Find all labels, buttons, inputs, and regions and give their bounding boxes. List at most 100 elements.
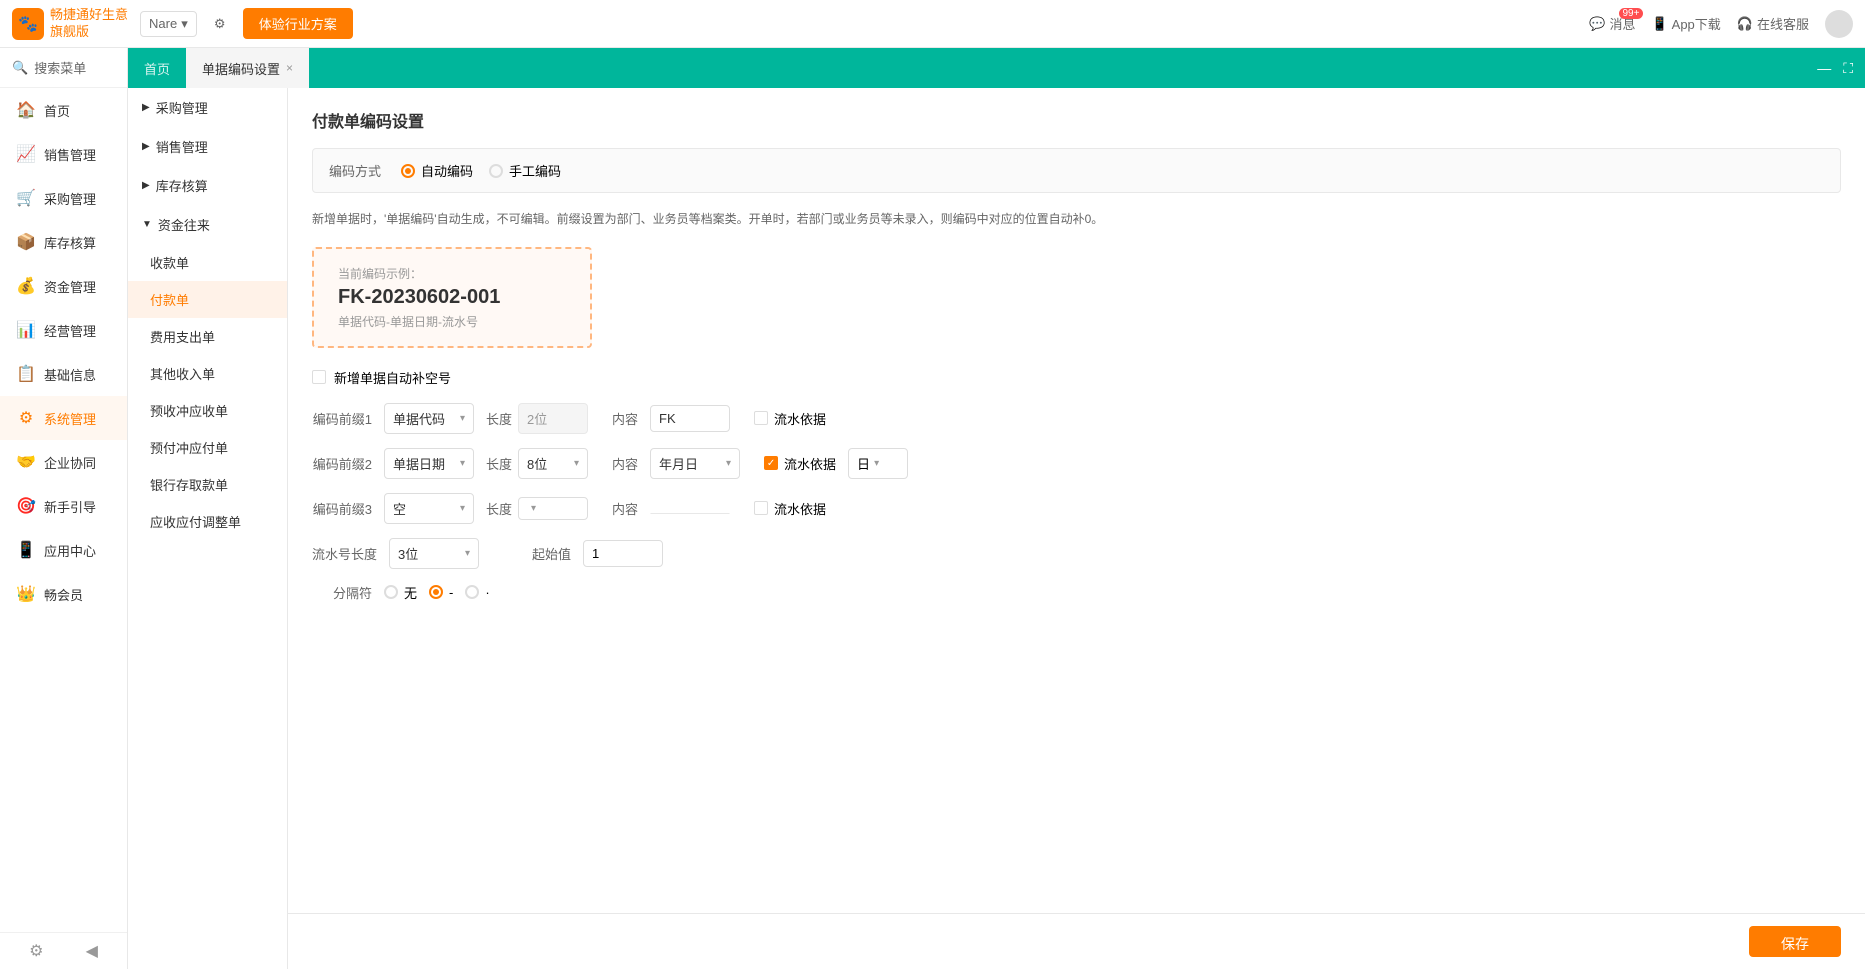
serial-row: 流水号长度 3位 ▾ 起始值	[312, 538, 1841, 569]
company-name: Nare	[149, 16, 177, 31]
sep-other-char: ·	[485, 585, 489, 600]
sidebar-item-apps[interactable]: 📱 应用中心	[0, 528, 127, 572]
length2-group: 长度 8位 ▾	[486, 448, 588, 479]
arrow-capital: ▼	[142, 219, 152, 230]
nav-item-payment[interactable]: 付款单	[128, 281, 287, 318]
bottom-bar: 保存	[288, 913, 1865, 969]
sidebar-item-system[interactable]: ⚙ 系统管理	[0, 396, 127, 440]
nav-header-sales[interactable]: ▶ 销售管理	[128, 127, 287, 166]
sep-dot-char: -	[449, 585, 453, 600]
sep-other-radio[interactable]: ·	[465, 585, 489, 600]
prefix3-select[interactable]: 空 ▾	[384, 493, 474, 524]
tab-maximize-btn[interactable]: ⛶	[1839, 56, 1857, 81]
nav-header-purchase[interactable]: ▶ 采购管理	[128, 88, 287, 127]
prefix2-select[interactable]: 单据日期 ▾	[384, 448, 474, 479]
sidebar-item-finance[interactable]: 💰 资金管理	[0, 264, 127, 308]
prefix2-label: 编码前缀2	[312, 454, 372, 473]
nav-item-label: 其他收入单	[150, 367, 215, 382]
nav-item-label: 应收应付调整单	[150, 515, 241, 530]
sidebar-search[interactable]: 🔍 搜索菜单	[0, 48, 127, 88]
start-value-input[interactable]	[583, 540, 663, 567]
serial-length-value: 3位	[398, 544, 418, 563]
tab-home[interactable]: 首页	[128, 48, 186, 88]
nav-item-expense[interactable]: 费用支出单	[128, 318, 287, 355]
chevron-down-icon: ▾	[574, 458, 579, 469]
start-value-label: 起始值	[511, 544, 571, 563]
user-avatar[interactable]	[1825, 10, 1853, 38]
settings-icon-btn[interactable]: ⚙	[205, 9, 235, 39]
online-service-label: 在线客服	[1757, 14, 1809, 33]
length3-select[interactable]: ▾	[518, 497, 588, 520]
nav-header-inventory[interactable]: ▶ 库存核算	[128, 166, 287, 205]
page-title: 付款单编码设置	[312, 108, 1841, 132]
nav-group-sales: ▶ 销售管理	[128, 127, 287, 166]
sidebar-settings-btn[interactable]: ⚙	[29, 941, 43, 961]
serial-length-select[interactable]: 3位 ▾	[389, 538, 479, 569]
sidebar-item-inventory[interactable]: 📦 库存核算	[0, 220, 127, 264]
chevron-down-icon: ▾	[465, 548, 470, 559]
sep-none-label: 无	[404, 583, 417, 602]
sidebar-item-home[interactable]: 🏠 首页	[0, 88, 127, 132]
info-text: 新增单据时，'单据编码'自动生成，不可编辑。前缀设置为部门、业务员等档案类。开单…	[312, 209, 1841, 231]
content3-value	[650, 502, 730, 514]
length2-select[interactable]: 8位 ▾	[518, 448, 588, 479]
nav-item-other-income[interactable]: 其他收入单	[128, 355, 287, 392]
arrow-inventory: ▶	[142, 180, 150, 191]
auto-fill-checkbox[interactable]	[312, 370, 326, 384]
manual-code-radio[interactable]: 手工编码	[489, 161, 561, 180]
sep-dot-radio[interactable]: -	[429, 585, 453, 600]
purchase-icon: 🛒	[16, 188, 36, 208]
company-select[interactable]: Nare ▾	[140, 11, 197, 37]
experience-btn[interactable]: 体验行业方案	[243, 8, 353, 39]
length3-label: 长度	[486, 499, 512, 518]
sidebar-item-base[interactable]: 📋 基础信息	[0, 352, 127, 396]
chevron-down-icon: ▾	[460, 458, 465, 469]
nav-item-label: 预收冲应收单	[150, 404, 228, 419]
nav-item-prepay-receive[interactable]: 预收冲应收单	[128, 392, 287, 429]
sidebar-item-operations[interactable]: 📊 经营管理	[0, 308, 127, 352]
prefix1-select[interactable]: 单据代码 ▾	[384, 403, 474, 434]
sidebar-item-guide[interactable]: 🎯 新手引导	[0, 484, 127, 528]
waterfall2-checkbox[interactable]	[764, 456, 778, 470]
nav-item-receipt[interactable]: 收款单	[128, 244, 287, 281]
date-unit-select[interactable]: 日 ▾	[848, 448, 908, 479]
length2-label: 长度	[486, 454, 512, 473]
tab-minimize-btn[interactable]: —	[1813, 56, 1835, 80]
nav-item-bank-deposit[interactable]: 银行存取款单	[128, 466, 287, 503]
encoding-radio-group: 自动编码 手工编码	[401, 161, 561, 180]
sidebar-item-sales[interactable]: 📈 销售管理	[0, 132, 127, 176]
page-content: 付款单编码设置 编码方式 自动编码 手工编码	[288, 88, 1865, 969]
content2-select[interactable]: 年月日 ▾	[650, 448, 740, 479]
waterfall3-group: 流水依据	[754, 499, 826, 518]
message-btn[interactable]: 💬 消息 99+	[1589, 14, 1635, 33]
tabs-actions: — ⛶	[1813, 56, 1865, 81]
tab-current[interactable]: 单据编码设置 ×	[186, 48, 309, 88]
nav-header-capital[interactable]: ▼ 资金往来	[128, 205, 287, 244]
sidebar-item-member[interactable]: 👑 畅会员	[0, 572, 127, 616]
tab-close-icon[interactable]: ×	[286, 61, 293, 75]
prefix1-label: 编码前缀1	[312, 409, 372, 428]
tabs-bar: 首页 单据编码设置 × — ⛶	[128, 48, 1865, 88]
sep-none-radio[interactable]: 无	[384, 583, 417, 602]
length2-value: 8位	[527, 454, 547, 473]
nav-group-purchase: ▶ 采购管理	[128, 88, 287, 127]
sidebar-item-enterprise[interactable]: 🤝 企业协同	[0, 440, 127, 484]
online-service-btn[interactable]: 🎧 在线客服	[1737, 14, 1809, 33]
waterfall1-checkbox[interactable]	[754, 411, 768, 425]
app-download-btn[interactable]: 📱 App下载	[1651, 14, 1720, 33]
auto-code-radio[interactable]: 自动编码	[401, 161, 473, 180]
length3-group: 长度 ▾	[486, 497, 588, 520]
inventory-icon: 📦	[16, 232, 36, 252]
sidebar-collapse-btn[interactable]: ◀	[86, 941, 98, 961]
save-button[interactable]: 保存	[1749, 926, 1841, 957]
manual-code-label: 手工编码	[509, 161, 561, 180]
header-mid: Nare ▾ ⚙ 体验行业方案	[140, 8, 1581, 39]
nav-item-prepay-pay[interactable]: 预付冲应付单	[128, 429, 287, 466]
waterfall3-checkbox[interactable]	[754, 501, 768, 515]
sidebar-item-purchase[interactable]: 🛒 采购管理	[0, 176, 127, 220]
auto-fill-label: 新增单据自动补空号	[334, 368, 451, 387]
arrow-sales: ▶	[142, 141, 150, 152]
tab-current-label: 单据编码设置	[202, 59, 280, 78]
auto-code-label: 自动编码	[421, 161, 473, 180]
nav-item-adjust[interactable]: 应收应付调整单	[128, 503, 287, 540]
